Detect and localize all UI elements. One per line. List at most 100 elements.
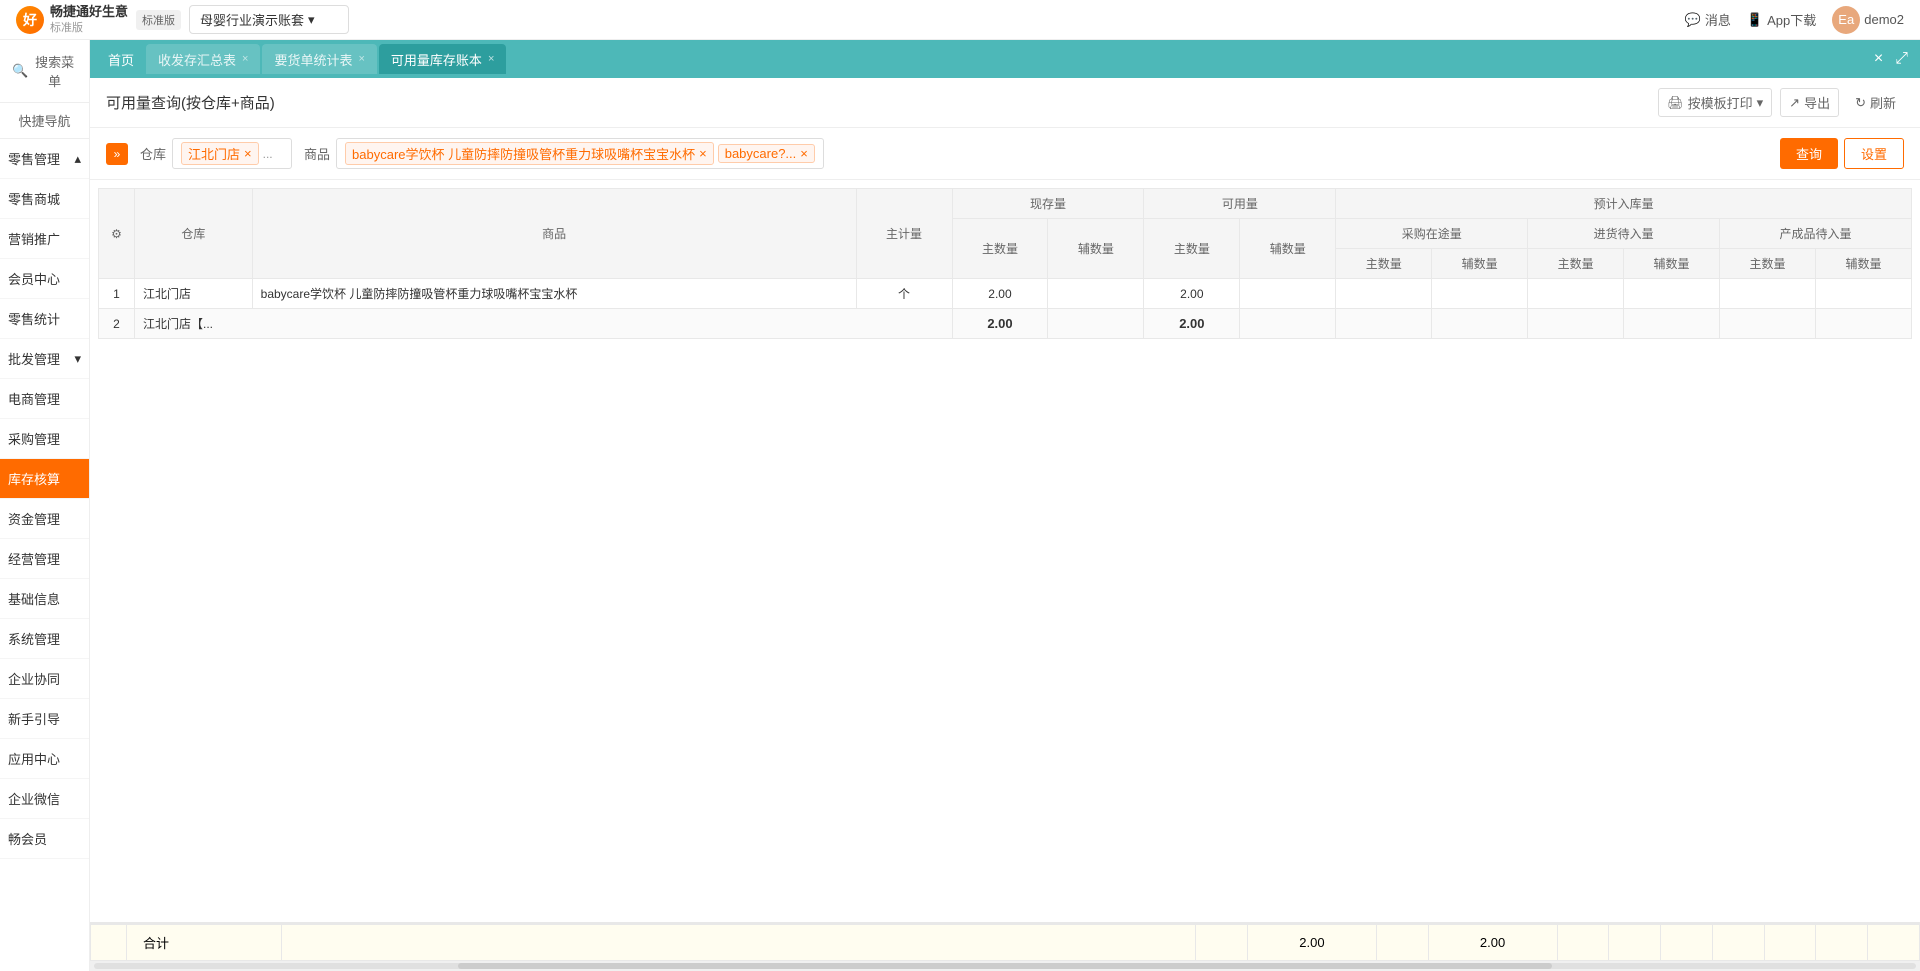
sidebar-item-finance[interactable]: 资金管理 <box>0 499 89 539</box>
total-table: 合计 2.00 2.00 <box>90 924 1920 961</box>
sidebar-item-zero-mall[interactable]: 零售商城 <box>0 179 89 219</box>
chevron-down-icon: ▾ <box>308 12 315 28</box>
scroll-thumb[interactable] <box>458 963 1551 969</box>
total-products-main-empty <box>1816 925 1868 961</box>
settings-button[interactable]: 设置 <box>1844 138 1904 169</box>
col-settings-header[interactable]: ⚙ <box>99 189 135 279</box>
footer-total: 合计 2.00 2.00 <box>90 922 1920 961</box>
industry-selector[interactable]: 母婴行业演示账套 ▾ <box>189 5 349 34</box>
tab-available-stock-label: 可用量库存账本 <box>391 50 482 69</box>
sidebar-item-purchase[interactable]: 采购管理 <box>0 419 89 459</box>
warehouse-tag-value: 江北门店 <box>188 144 240 163</box>
col-main-unit-header: 主计量 <box>856 189 952 279</box>
col-products-pending-header: 产成品待入量 <box>1720 219 1912 249</box>
sidebar-item-wholesale[interactable]: 批发管理 ▾ <box>0 339 89 379</box>
content-area: 首页 收发存汇总表 × 要货单统计表 × 可用量库存账本 × × ⤢ <box>90 40 1920 971</box>
sidebar-label-newbie: 新手引导 <box>8 709 60 728</box>
tab-order-stats[interactable]: 要货单统计表 × <box>262 44 376 74</box>
total-purchase-aux-empty <box>1661 925 1713 961</box>
app-download-label: App下载 <box>1767 10 1816 29</box>
tab-close-all-button[interactable]: × <box>1870 50 1887 68</box>
subtotal-incoming-aux <box>1624 309 1720 339</box>
subtotal-label: 江北门店【... <box>135 309 953 339</box>
product-tag-2-remove[interactable]: × <box>800 146 808 161</box>
sidebar-label-zero-retail: 零售管理 <box>8 149 60 168</box>
product-tag-remove[interactable]: × <box>699 146 707 161</box>
refresh-button[interactable]: ↻ 刷新 <box>1847 89 1904 116</box>
sidebar-item-marketing[interactable]: 营销推广 <box>0 219 89 259</box>
sidebar-item-appstore[interactable]: 应用中心 <box>0 739 89 779</box>
sidebar-item-newbie[interactable]: 新手引导 <box>0 699 89 739</box>
query-button[interactable]: 查询 <box>1780 138 1838 169</box>
product-filter: 商品 babycare学饮杯 儿童防摔防撞吸管杯重力球吸嘴杯宝宝水杯 × bab… <box>304 138 824 169</box>
warehouse-input[interactable]: 江北门店 × ... <box>172 138 292 169</box>
main-layout: 🔍 搜索菜单 快捷导航 零售管理 ▴ 零售商城 营销推广 会员中心 零售统计 批… <box>0 40 1920 971</box>
product-input[interactable]: babycare学饮杯 儿童防摔防撞吸管杯重力球吸嘴杯宝宝水杯 × babyca… <box>336 138 824 169</box>
subtotal-row: 2 江北门店【... 2.00 2.00 <box>99 309 1912 339</box>
row-incoming-aux <box>1624 279 1720 309</box>
horizontal-scrollbar[interactable] <box>90 961 1920 971</box>
filter-expand-button[interactable]: » <box>106 143 128 165</box>
sidebar-item-ecom[interactable]: 电商管理 <box>0 379 89 419</box>
tab-available-stock-close[interactable]: × <box>488 54 494 65</box>
product-tag: babycare学饮杯 儿童防摔防撞吸管杯重力球吸嘴杯宝宝水杯 × <box>345 142 714 165</box>
sidebar-label-zero-stats: 零售统计 <box>8 309 60 328</box>
quick-nav-button[interactable]: 快捷导航 <box>0 103 89 139</box>
col-current-aux-header: 辅数量 <box>1048 219 1144 279</box>
search-icon: 🔍 <box>12 63 28 79</box>
sidebar-label-collab: 企业协同 <box>8 669 60 688</box>
print-label: 按模板打印 <box>1688 93 1753 112</box>
subtotal-products-aux <box>1815 309 1911 339</box>
total-label: 合计 <box>127 925 282 961</box>
row-current-main: 2.00 <box>952 279 1048 309</box>
row-incoming-main <box>1528 279 1624 309</box>
sidebar: 🔍 搜索菜单 快捷导航 零售管理 ▴ 零售商城 营销推广 会员中心 零售统计 批… <box>0 40 90 971</box>
col-products-aux-header: 辅数量 <box>1815 249 1911 279</box>
sidebar-item-operations[interactable]: 经营管理 <box>0 539 89 579</box>
sidebar-item-zero-retail[interactable]: 零售管理 ▴ <box>0 139 89 179</box>
export-button[interactable]: ↗ 导出 <box>1780 88 1839 117</box>
tab-receipts-close[interactable]: × <box>242 54 248 65</box>
warehouse-tag-remove[interactable]: × <box>244 146 252 161</box>
tab-bar: 首页 收发存汇总表 × 要货单统计表 × 可用量库存账本 × × ⤢ <box>90 40 1920 78</box>
tab-available-stock[interactable]: 可用量库存账本 × <box>379 44 506 74</box>
app-download-button[interactable]: 📱 App下载 <box>1747 10 1816 29</box>
total-incoming-aux-empty <box>1764 925 1816 961</box>
search-menu-button[interactable]: 🔍 搜索菜单 <box>8 48 81 94</box>
page-actions: 🖨 按模板打印 ▾ ↗ 导出 ↻ 刷新 <box>1658 88 1904 117</box>
col-purchase-transit-header: 采购在途量 <box>1336 219 1528 249</box>
user-menu[interactable]: Ea demo2 <box>1832 6 1904 34</box>
sidebar-item-zero-stats[interactable]: 零售统计 <box>0 299 89 339</box>
message-button[interactable]: 💬 消息 <box>1685 10 1731 29</box>
subtotal-avail-aux <box>1240 309 1336 339</box>
filter-actions: 查询 设置 <box>1780 138 1904 169</box>
sidebar-item-collab[interactable]: 企业协同 <box>0 659 89 699</box>
col-purchase-aux-header: 辅数量 <box>1432 249 1528 279</box>
sidebar-item-vip[interactable]: 畅会员 <box>0 819 89 859</box>
sidebar-label-wechat: 企业微信 <box>8 789 60 808</box>
tag-label: 标准版 <box>136 10 181 30</box>
tab-home[interactable]: 首页 <box>98 50 144 69</box>
warehouse-filter: 仓库 江北门店 × ... <box>140 138 292 169</box>
subtotal-incoming-main <box>1528 309 1624 339</box>
sidebar-label-finance: 资金管理 <box>8 509 60 528</box>
warehouse-label: 仓库 <box>140 144 166 163</box>
print-button[interactable]: 🖨 按模板打印 ▾ <box>1658 88 1772 117</box>
header-left: 好 畅捷通好生意 标准版 标准版 母婴行业演示账套 ▾ <box>16 4 349 35</box>
sidebar-item-inventory[interactable]: 库存核算 <box>0 459 89 499</box>
product-label: 商品 <box>304 144 330 163</box>
sidebar-item-wechat[interactable]: 企业微信 <box>0 779 89 819</box>
tab-receipts[interactable]: 收发存汇总表 × <box>146 44 260 74</box>
sidebar-item-basic[interactable]: 基础信息 <box>0 579 89 619</box>
logo-area: 好 畅捷通好生意 标准版 <box>16 4 128 35</box>
tab-order-stats-close[interactable]: × <box>358 54 364 65</box>
industry-label: 母婴行业演示账套 <box>200 10 304 29</box>
sidebar-item-member[interactable]: 会员中心 <box>0 259 89 299</box>
sidebar-label-member: 会员中心 <box>8 269 60 288</box>
sidebar-label-ecom: 电商管理 <box>8 389 60 408</box>
total-unit-empty <box>1196 925 1248 961</box>
tab-controls: × ⤢ <box>1870 50 1912 68</box>
warehouse-more[interactable]: ... <box>263 147 273 161</box>
sidebar-item-system[interactable]: 系统管理 <box>0 619 89 659</box>
tab-restore-button[interactable]: ⤢ <box>1891 50 1912 68</box>
